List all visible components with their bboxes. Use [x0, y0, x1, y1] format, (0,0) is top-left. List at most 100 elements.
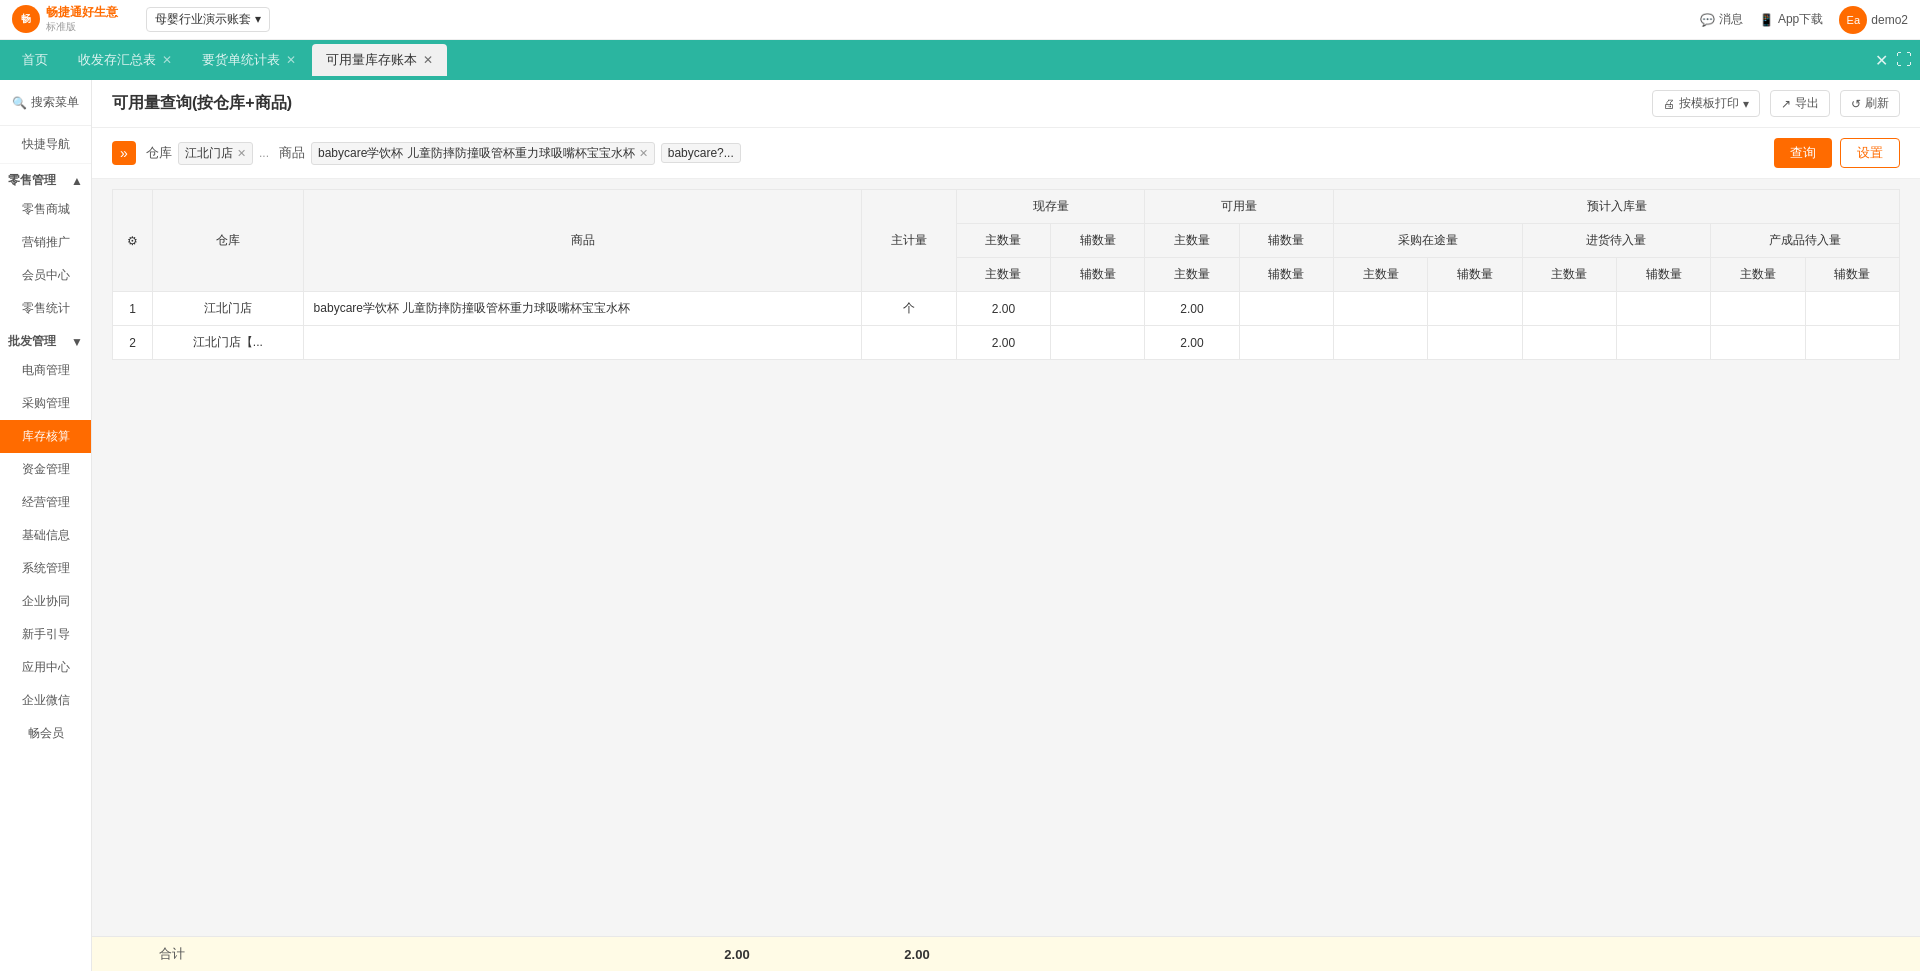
th-warehouse: 仓库	[153, 190, 304, 292]
print-btn[interactable]: 🖨 按模板打印 ▾	[1652, 90, 1760, 117]
sidebar-item-retail[interactable]: 零售管理 ▲	[0, 164, 91, 193]
warehouse-tag[interactable]: 江北门店 ✕	[178, 142, 253, 165]
user-profile[interactable]: Ea demo2	[1839, 6, 1908, 34]
fullscreen-icon[interactable]: ⛶	[1896, 51, 1912, 69]
th-inbound-aux: 辅数量	[1616, 258, 1710, 292]
product-tag2[interactable]: babycare?...	[661, 143, 741, 163]
content-area: 可用量查询(按仓库+商品) 🖨 按模板打印 ▾ ↗ 导出 ↺ 刷新	[92, 80, 1920, 971]
th-production-group: 产成品待入量	[1711, 224, 1900, 258]
row-stock-aux	[1051, 292, 1145, 326]
sidebar-item-wechat[interactable]: 企业微信	[0, 684, 91, 717]
tab-receive-send[interactable]: 收发存汇总表 ✕	[64, 44, 186, 76]
retail-mall-label: 零售商城	[22, 202, 70, 216]
retail-stat-label: 零售统计	[22, 301, 70, 315]
row-production-aux	[1805, 326, 1899, 360]
account-selector[interactable]: 母婴行业演示账套 ▾	[146, 7, 270, 32]
th-avail-main: 主数量	[1145, 224, 1239, 258]
sidebar-item-purchase[interactable]: 采购管理	[0, 387, 91, 420]
newbie-label: 新手引导	[22, 627, 70, 641]
th-unit: 主计量	[862, 190, 956, 292]
sidebar-item-inventory[interactable]: 库存核算	[0, 420, 91, 453]
row-inbound-main	[1522, 326, 1616, 360]
top-bar-left: 畅 畅捷通好生意 标准版 母婴行业演示账套 ▾	[12, 5, 270, 33]
sidebar-item-member[interactable]: 会员中心	[0, 259, 91, 292]
tab-receive-send-close[interactable]: ✕	[162, 53, 172, 67]
sidebar-item-enterprise[interactable]: 企业协同	[0, 585, 91, 618]
export-btn[interactable]: ↗ 导出	[1770, 90, 1830, 117]
purchase-label: 采购管理	[22, 396, 70, 410]
search-menu-label: 搜索菜单	[31, 94, 79, 111]
th-avail-aux2: 辅数量	[1239, 258, 1333, 292]
warehouse-tag-close-icon[interactable]: ✕	[237, 147, 246, 160]
th-incoming-group: 预计入库量	[1334, 190, 1900, 224]
row-product	[303, 326, 862, 360]
sidebar-item-member2[interactable]: 畅会员	[0, 717, 91, 750]
row-index: 2	[113, 326, 153, 360]
tab-order-stat-close[interactable]: ✕	[286, 53, 296, 67]
sidebar-item-wholesale[interactable]: 批发管理 ▼	[0, 325, 91, 354]
member2-label: 畅会员	[28, 726, 64, 740]
download-icon: 📱	[1759, 13, 1774, 27]
sidebar-item-ecommerce[interactable]: 电商管理	[0, 354, 91, 387]
username: demo2	[1871, 13, 1908, 27]
warehouse-tag-text: 江北门店	[185, 145, 233, 162]
sidebar-item-retail-mall[interactable]: 零售商城	[0, 193, 91, 226]
system-label: 系统管理	[22, 561, 70, 575]
product-tag1[interactable]: babycare学饮杯 儿童防摔防撞吸管杯重力球吸嘴杯宝宝水杯 ✕	[311, 142, 655, 165]
query-btn[interactable]: 查询	[1774, 138, 1832, 168]
filter-expand-btn[interactable]: »	[112, 141, 136, 165]
footer-bar: 合计 2.00 2.00	[92, 936, 1920, 971]
sidebar-item-basic[interactable]: 基础信息	[0, 519, 91, 552]
message-btn[interactable]: 💬 消息	[1700, 11, 1743, 28]
wholesale-label: 批发管理	[8, 333, 56, 350]
operations-label: 经营管理	[22, 495, 70, 509]
message-label: 消息	[1719, 11, 1743, 28]
sidebar-search: 🔍 搜索菜单	[0, 80, 91, 126]
app-download-btn[interactable]: 📱 App下载	[1759, 11, 1823, 28]
sidebar-item-operations[interactable]: 经营管理	[0, 486, 91, 519]
refresh-btn[interactable]: ↺ 刷新	[1840, 90, 1900, 117]
account-name: 母婴行业演示账套	[155, 11, 251, 28]
setting-btn[interactable]: 设置	[1840, 138, 1900, 168]
th-avail-aux: 辅数量	[1239, 224, 1333, 258]
th-avail-main2: 主数量	[1145, 258, 1239, 292]
tab-home[interactable]: 首页	[8, 44, 62, 76]
warehouse-more[interactable]: ...	[259, 146, 269, 160]
data-table: ⚙ 仓库 商品 主计量 现存量 可用量 预计入库量 主数量 辅数量 主数量 辅数…	[112, 189, 1900, 360]
sidebar-item-retail-stat[interactable]: 零售统计	[0, 292, 91, 325]
logo-initial: 畅	[21, 12, 31, 26]
th-settings[interactable]: ⚙	[113, 190, 153, 292]
logo-text-group: 畅捷通好生意 标准版	[46, 5, 118, 33]
search-menu-btn[interactable]: 🔍 搜索菜单	[8, 90, 83, 115]
sidebar-item-marketing[interactable]: 营销推广	[0, 226, 91, 259]
row-inbound-main	[1522, 292, 1616, 326]
sidebar-item-finance[interactable]: 资金管理	[0, 453, 91, 486]
th-purchase-aux: 辅数量	[1428, 258, 1522, 292]
sidebar-item-appscenter[interactable]: 应用中心	[0, 651, 91, 684]
row-stock-main: 2.00	[956, 292, 1050, 326]
th-purchase-group: 采购在途量	[1334, 224, 1523, 258]
footer-stock-main-total: 2.00	[724, 947, 749, 962]
footer-avail-main-total: 2.00	[904, 947, 929, 962]
row-purchase-main	[1334, 326, 1428, 360]
page-title: 可用量查询(按仓库+商品)	[112, 93, 292, 114]
export-icon: ↗	[1781, 97, 1791, 111]
page-header-actions: 🖨 按模板打印 ▾ ↗ 导出 ↺ 刷新	[1652, 90, 1900, 117]
tab-order-stat[interactable]: 要货单统计表 ✕	[188, 44, 310, 76]
print-chevron-icon: ▾	[1743, 97, 1749, 111]
tab-available-stock-close[interactable]: ✕	[423, 53, 433, 67]
th-stock-group: 现存量	[956, 190, 1145, 224]
sidebar-item-quick-nav[interactable]: 快捷导航	[0, 126, 91, 164]
product-filter-label: 商品	[279, 144, 305, 162]
table-row: 2 江北门店【... 2.00 2.00	[113, 326, 1900, 360]
tab-available-stock[interactable]: 可用量库存账本 ✕	[312, 44, 447, 76]
basic-label: 基础信息	[22, 528, 70, 542]
sidebar-item-system[interactable]: 系统管理	[0, 552, 91, 585]
close-all-icon[interactable]: ✕	[1875, 51, 1888, 70]
row-avail-main: 2.00	[1145, 292, 1239, 326]
quick-nav-label: 快捷导航	[22, 137, 70, 151]
product-tag1-close-icon[interactable]: ✕	[639, 147, 648, 160]
page-header: 可用量查询(按仓库+商品) 🖨 按模板打印 ▾ ↗ 导出 ↺ 刷新	[92, 80, 1920, 128]
sidebar-item-newbie[interactable]: 新手引导	[0, 618, 91, 651]
expand-icon: »	[120, 145, 128, 161]
